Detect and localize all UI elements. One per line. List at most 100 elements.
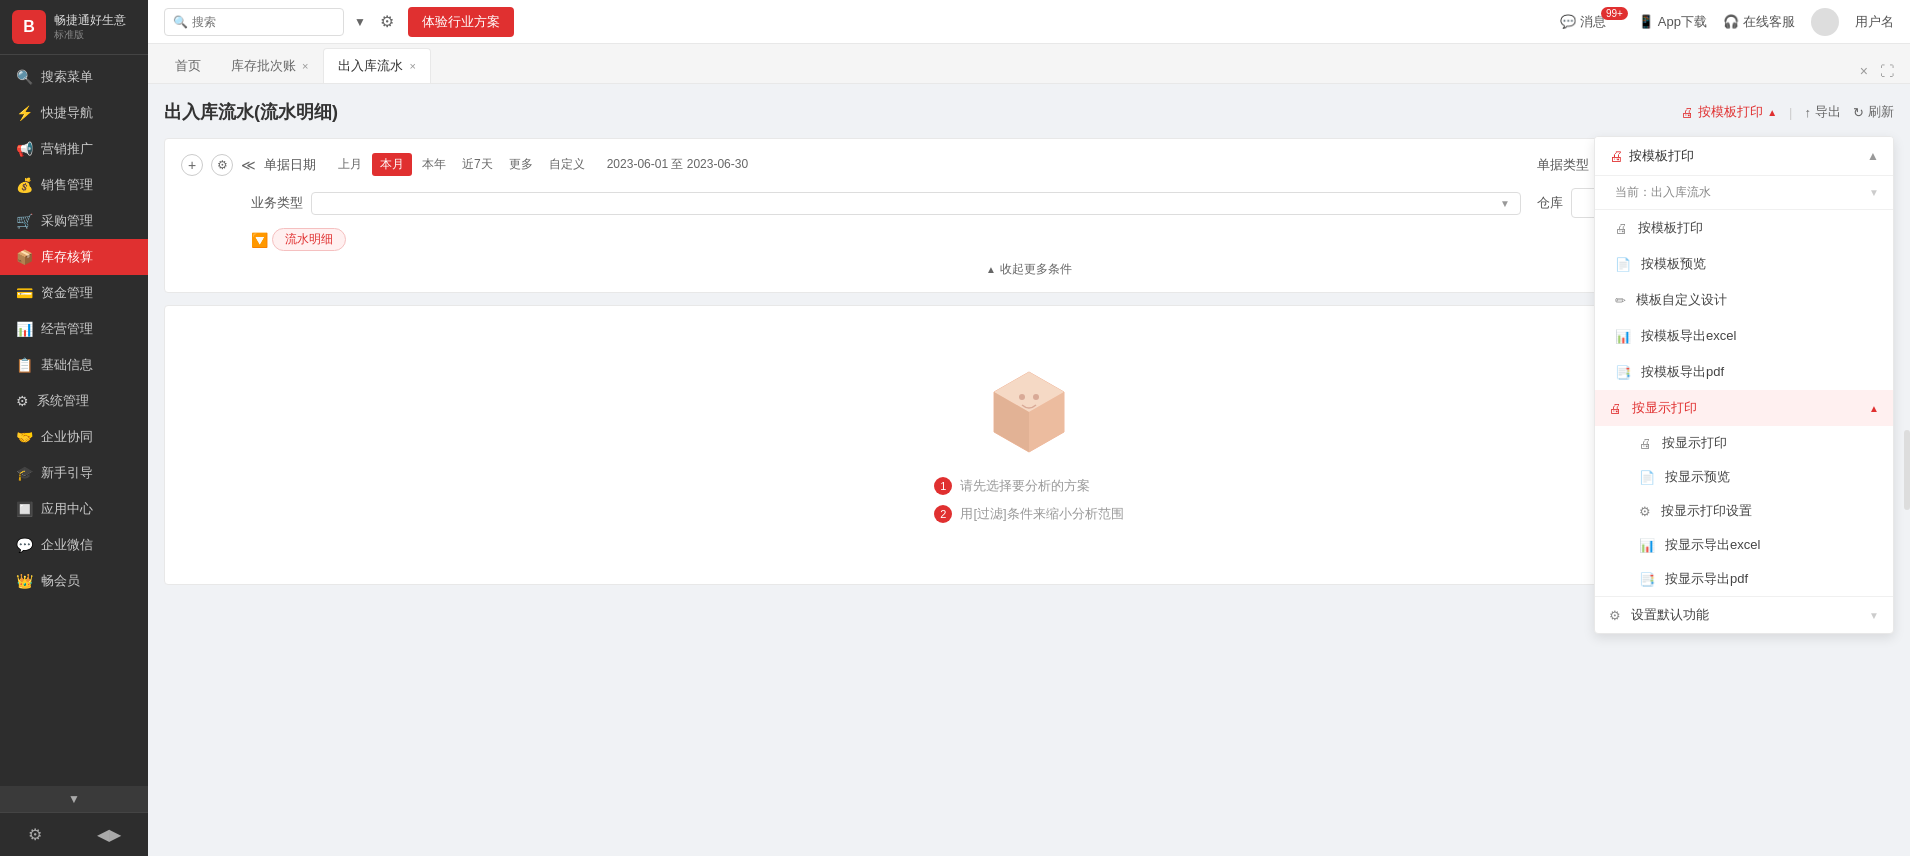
sidebar-item-enterprise[interactable]: 🤝 企业协同	[0, 419, 148, 455]
topbar-search-box[interactable]: 🔍	[164, 8, 344, 36]
page-title: 出入库流水(流水明细)	[164, 100, 338, 124]
btn-export[interactable]: ↑ 导出	[1805, 103, 1842, 121]
collapse-sidebar-btn[interactable]: ◀▶	[89, 821, 129, 848]
app-download-btn[interactable]: 📱 App下载	[1638, 13, 1707, 31]
filter-biz-type-select[interactable]: ▼	[311, 192, 1521, 215]
message-btn[interactable]: 💬 消息 99+	[1560, 13, 1606, 31]
page-content: 出入库流水(流水明细) 🖨 按模板打印 ▲ | ↑ 导出 ↻ 刷新	[148, 84, 1910, 856]
chevron-up-icon: ▲	[1767, 107, 1777, 118]
sidebar-item-label: 销售管理	[41, 176, 93, 194]
sidebar-item-app-center[interactable]: 🔲 应用中心	[0, 491, 148, 527]
tab-home[interactable]: 首页	[160, 48, 216, 83]
empty-tip-1: 1 请先选择要分析的方案	[934, 477, 1123, 495]
sidebar-item-quick-nav[interactable]: ⚡ 快捷导航	[0, 95, 148, 131]
filter-date-group: 单据日期 上月 本月 本年 近7天 更多 自定义 2023-06-01 至 20…	[264, 153, 1537, 176]
sidebar-item-inventory[interactable]: 📦 库存核算	[0, 239, 148, 275]
tab-close-btn[interactable]: ×	[1856, 59, 1872, 83]
industry-btn[interactable]: 体验行业方案	[408, 7, 514, 37]
dropdown-item-display-print-settings[interactable]: ⚙ 按显示打印设置	[1595, 494, 1893, 528]
search-dropdown-btn[interactable]: ▼	[354, 15, 366, 29]
dropdown-display-print-section[interactable]: 🖨 按显示打印 ▲	[1595, 390, 1893, 426]
tab-batch-account[interactable]: 库存批次账 ×	[216, 48, 323, 83]
sidebar-item-basic[interactable]: 📋 基础信息	[0, 347, 148, 383]
sidebar-nav: 🔍 搜索菜单 ⚡ 快捷导航 📢 营销推广 💰 销售管理 🛒 采购管理 📦 库存核…	[0, 55, 148, 786]
dropdown-item-template-preview[interactable]: 📄 按模板预览	[1595, 246, 1893, 282]
filter-add-btn[interactable]: +	[181, 154, 203, 176]
tip-num-2: 2	[934, 505, 952, 523]
dropdown-item-display-print[interactable]: 🖨 按显示打印	[1595, 426, 1893, 460]
filter-doc-type-label: 单据类型	[1537, 156, 1589, 174]
sidebar-item-wechat[interactable]: 💬 企业微信	[0, 527, 148, 563]
dropdown-item-template-print[interactable]: 🖨 按模板打印	[1595, 210, 1893, 246]
quick-nav-icon: ⚡	[16, 105, 33, 121]
sidebar-item-member[interactable]: 👑 畅会员	[0, 563, 148, 599]
filter-biz-type-group: 业务类型 ▼	[251, 192, 1521, 215]
tab-batch-account-close[interactable]: ×	[302, 60, 308, 72]
dropdown-header-up-btn[interactable]: ▲	[1867, 149, 1879, 163]
sidebar: B 畅捷通好生意 标准版 🔍 搜索菜单 ⚡ 快捷导航 📢 营销推广 💰 销售管理…	[0, 0, 148, 856]
sidebar-item-search[interactable]: 🔍 搜索菜单	[0, 59, 148, 95]
sidebar-item-label: 新手引导	[41, 464, 93, 482]
display-settings-icon: ⚙	[1639, 504, 1651, 519]
dropdown-item-set-default-label: 设置默认功能	[1631, 606, 1709, 624]
filter-date-tab-this-year[interactable]: 本年	[416, 153, 452, 176]
filter-tag[interactable]: 流水明细	[272, 228, 346, 251]
dropdown-item-template-pdf-label: 按模板导出pdf	[1641, 363, 1724, 381]
btn-refresh[interactable]: ↻ 刷新	[1853, 103, 1894, 121]
filter-icon: 🔽	[251, 232, 268, 248]
sidebar-item-operation[interactable]: 📊 经营管理	[0, 311, 148, 347]
sidebar-item-label: 系统管理	[37, 392, 89, 410]
operation-icon: 📊	[16, 321, 33, 337]
sidebar-item-marketing[interactable]: 📢 营销推广	[0, 131, 148, 167]
user-avatar[interactable]	[1811, 8, 1839, 36]
sidebar-item-sales[interactable]: 💰 销售管理	[0, 167, 148, 203]
dropdown-current-row[interactable]: 当前：出入库流水 ▼	[1595, 176, 1893, 210]
svg-point-4	[1019, 394, 1025, 400]
purchase-icon: 🛒	[16, 213, 33, 229]
sidebar-item-label: 资金管理	[41, 284, 93, 302]
dropdown-item-template-excel[interactable]: 📊 按模板导出excel	[1595, 318, 1893, 354]
filter-setting-btn[interactable]: ⚙	[211, 154, 233, 176]
message-icon: 💬	[1560, 14, 1576, 29]
online-service-btn[interactable]: 🎧 在线客服	[1723, 13, 1795, 31]
dropdown-item-template-preview-label: 按模板预览	[1641, 255, 1706, 273]
sidebar-scroll-down[interactable]: ▼	[0, 786, 148, 812]
btn-refresh-label: 刷新	[1868, 103, 1894, 121]
dropdown-header: 🖨 按模板打印 ▲	[1595, 137, 1893, 176]
filter-collapse-toggle-btn[interactable]: ≪	[241, 157, 256, 173]
dropdown-item-display-settings-label: 按显示打印设置	[1661, 502, 1752, 520]
dropdown-item-display-excel[interactable]: 📊 按显示导出excel	[1595, 528, 1893, 562]
filter-collapse-btn[interactable]: ▲ 收起更多条件	[986, 261, 1072, 278]
dropdown-item-display-preview[interactable]: 📄 按显示预览	[1595, 460, 1893, 494]
export-icon: ↑	[1805, 105, 1812, 120]
sidebar-item-system[interactable]: ⚙ 系统管理	[0, 383, 148, 419]
sidebar-item-guide[interactable]: 🎓 新手引导	[0, 455, 148, 491]
chevron-down-dropdown: ▼	[1869, 187, 1879, 198]
display-pdf-icon: 📑	[1639, 572, 1655, 587]
filter-date-tab-custom[interactable]: 自定义	[543, 153, 591, 176]
tab-in-out-flow-close[interactable]: ×	[409, 60, 415, 72]
filter-date-tab-7days[interactable]: 近7天	[456, 153, 499, 176]
filter-date-tab-more[interactable]: 更多	[503, 153, 539, 176]
sidebar-item-finance[interactable]: 💳 资金管理	[0, 275, 148, 311]
dropdown-item-template-custom[interactable]: ✏ 模板自定义设计	[1595, 282, 1893, 318]
sidebar-logo: B 畅捷通好生意 标准版	[0, 0, 148, 55]
empty-tips: 1 请先选择要分析的方案 2 用[过滤]条件来缩小分析范围	[934, 477, 1123, 523]
btn-print-template[interactable]: 🖨 按模板打印 ▲	[1681, 103, 1777, 121]
settings-bottom-btn[interactable]: ⚙	[20, 821, 50, 848]
sidebar-item-purchase[interactable]: 🛒 采购管理	[0, 203, 148, 239]
dropdown-item-set-default[interactable]: ⚙ 设置默认功能 ▼	[1595, 596, 1893, 633]
btn-print-template-label: 按模板打印	[1698, 103, 1763, 121]
filter-date-tab-this-month[interactable]: 本月	[372, 153, 412, 176]
excel-item-icon: 📊	[1615, 329, 1631, 344]
gear-btn[interactable]: ⚙	[376, 8, 398, 35]
filter-date-tab-last-month[interactable]: 上月	[332, 153, 368, 176]
search-input[interactable]	[192, 15, 335, 29]
dropdown-item-template-pdf[interactable]: 📑 按模板导出pdf	[1595, 354, 1893, 390]
tab-maximize-btn[interactable]: ⛶	[1876, 59, 1898, 83]
tabs-bar: 首页 库存批次账 × 出入库流水 × × ⛶	[148, 44, 1910, 84]
tab-in-out-flow[interactable]: 出入库流水 ×	[323, 48, 430, 83]
right-scroll-indicator[interactable]	[1904, 430, 1910, 510]
empty-tip-2: 2 用[过滤]条件来缩小分析范围	[934, 505, 1123, 523]
dropdown-item-display-pdf[interactable]: 📑 按显示导出pdf	[1595, 562, 1893, 596]
